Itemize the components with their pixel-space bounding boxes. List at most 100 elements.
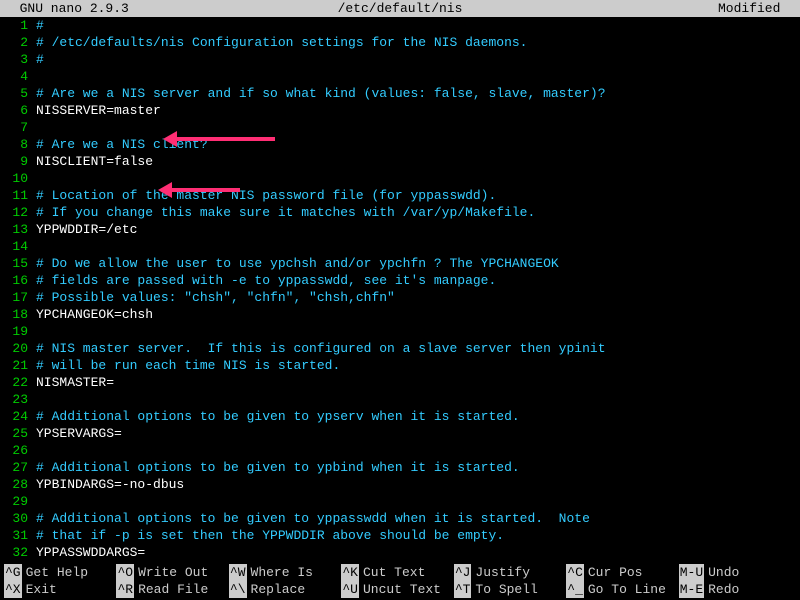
line-text: YPSERVARGS= <box>36 425 122 442</box>
line-text: # <box>36 51 44 68</box>
line-number: 26 <box>4 442 28 459</box>
editor-line[interactable]: 18YPCHANGEOK=chsh <box>4 306 796 323</box>
shortcut-label: Cur Pos <box>588 564 643 581</box>
line-number: 32 <box>4 544 28 561</box>
annotation-arrow <box>170 188 240 192</box>
line-text: YPPASSWDDARGS= <box>36 544 145 561</box>
editor-line[interactable]: 15# Do we allow the user to use ypchsh a… <box>4 255 796 272</box>
line-number: 30 <box>4 510 28 527</box>
line-text: # Additional options to be given to yppa… <box>36 510 590 527</box>
shortcut-item: ^OWrite Out <box>116 564 228 581</box>
line-number: 7 <box>4 119 28 136</box>
shortcut-key: ^T <box>454 581 472 598</box>
line-text: # will be run each time NIS is started. <box>36 357 340 374</box>
line-number: 27 <box>4 459 28 476</box>
editor-line[interactable]: 11 # Location of the master NIS password … <box>4 187 796 204</box>
shortcut-label: Redo <box>708 581 739 598</box>
editor-line[interactable]: 20# NIS master server. If this is config… <box>4 340 796 357</box>
editor-line[interactable]: 32 YPPASSWDDARGS= <box>4 544 796 561</box>
editor-line[interactable]: 1# <box>4 17 796 34</box>
shortcut-label: To Spell <box>475 581 537 598</box>
line-number: 5 <box>4 85 28 102</box>
shortcut-label: Cut Text <box>363 564 425 581</box>
line-number: 10 <box>4 170 28 187</box>
editor-line[interactable]: 23 <box>4 391 796 408</box>
line-number: 8 <box>4 136 28 153</box>
shortcut-key: ^K <box>341 564 359 581</box>
editor-line[interactable]: 17# Possible values: "chsh", "chfn", "ch… <box>4 289 796 306</box>
shortcut-item: M-UUndo <box>679 564 791 581</box>
editor-line[interactable]: 16# fields are passed with -e to yppassw… <box>4 272 796 289</box>
editor-line[interactable]: 25 YPSERVARGS= <box>4 425 796 442</box>
editor-line[interactable]: 30 # Additional options to be given to yp… <box>4 510 796 527</box>
editor-line[interactable]: 12 # If you change this make sure it matc… <box>4 204 796 221</box>
shortcut-key: ^O <box>116 564 134 581</box>
shortcut-item: ^JJustify <box>454 564 566 581</box>
line-number: 21 <box>4 357 28 374</box>
line-number: 28 <box>4 476 28 493</box>
shortcut-label: Exit <box>26 581 57 598</box>
editor-line[interactable]: 5# Are we a NIS server and if so what ki… <box>4 85 796 102</box>
line-number: 3 <box>4 51 28 68</box>
line-text: # Additional options to be given to ypse… <box>36 408 520 425</box>
line-number: 6 <box>4 102 28 119</box>
line-text: NISSERVER=master <box>36 102 161 119</box>
line-number: 1 <box>4 17 28 34</box>
line-text: # If you change this make sure it matche… <box>36 204 535 221</box>
shortcut-item: ^KCut Text <box>341 564 453 581</box>
line-text: # Additional options to be given to ypbi… <box>36 459 520 476</box>
editor-line[interactable]: 19 <box>4 323 796 340</box>
line-number: 12 <box>4 204 28 221</box>
editor-line[interactable]: 28YPBINDARGS=-no-dbus <box>4 476 796 493</box>
shortcut-key: ^R <box>116 581 134 598</box>
editor-line[interactable]: 26 <box>4 442 796 459</box>
line-number: 15 <box>4 255 28 272</box>
editor-line[interactable]: 14 <box>4 238 796 255</box>
editor-line[interactable]: 13YPPWDDIR=/etc <box>4 221 796 238</box>
line-number: 20 <box>4 340 28 357</box>
line-number: 2 <box>4 34 28 51</box>
shortcut-label: Replace <box>251 581 306 598</box>
editor-line[interactable]: 2# /etc/defaults/nis Configuration setti… <box>4 34 796 51</box>
line-number: 29 <box>4 493 28 510</box>
shortcut-key: M-E <box>679 581 704 598</box>
editor-line[interactable]: 10 <box>4 170 796 187</box>
line-text: # that if -p is set then the YPPWDDIR ab… <box>36 527 504 544</box>
line-number: 14 <box>4 238 28 255</box>
line-number: 11 <box>4 187 28 204</box>
shortcut-key: ^G <box>4 564 22 581</box>
line-text: YPPWDDIR=/etc <box>36 221 137 238</box>
shortcut-item: M-ERedo <box>679 581 791 598</box>
shortcut-label: Undo <box>708 564 739 581</box>
editor-line[interactable]: 22NISMASTER= <box>4 374 796 391</box>
shortcut-item: ^TTo Spell <box>454 581 566 598</box>
line-text: NISCLIENT=false <box>36 153 153 170</box>
editor-line[interactable]: 8# Are we a NIS client? <box>4 136 796 153</box>
line-text: # Location of the master NIS password fi… <box>36 187 496 204</box>
editor-line[interactable]: 29 <box>4 493 796 510</box>
line-text: # <box>36 17 44 34</box>
editor-line[interactable]: 6 NISSERVER=master <box>4 102 796 119</box>
line-text: NISMASTER= <box>36 374 114 391</box>
editor-line[interactable]: 24# Additional options to be given to yp… <box>4 408 796 425</box>
modified-status: Modified <box>718 0 796 17</box>
editor-line[interactable]: 21 # will be run each time NIS is started… <box>4 357 796 374</box>
title-bar: GNU nano 2.9.3 /etc/default/nis Modified <box>0 0 800 17</box>
line-text: # fields are passed with -e to yppasswdd… <box>36 272 496 289</box>
editor-line[interactable]: 31# that if -p is set then the YPPWDDIR … <box>4 527 796 544</box>
shortcut-key: ^X <box>4 581 22 598</box>
line-number: 17 <box>4 289 28 306</box>
editor-line[interactable]: 27 # Additional options to be given to yp… <box>4 459 796 476</box>
editor-line[interactable]: 7 <box>4 119 796 136</box>
editor-area[interactable]: 1#2# /etc/defaults/nis Configuration set… <box>0 17 800 561</box>
shortcut-key: ^U <box>341 581 359 598</box>
editor-line[interactable]: 3# <box>4 51 796 68</box>
editor-line[interactable]: 4 <box>4 68 796 85</box>
editor-line[interactable]: 9NISCLIENT=false <box>4 153 796 170</box>
shortcut-key: ^W <box>229 564 247 581</box>
shortcut-label: Where Is <box>251 564 313 581</box>
line-number: 19 <box>4 323 28 340</box>
line-number: 25 <box>4 425 28 442</box>
shortcut-item: ^UUncut Text <box>341 581 453 598</box>
shortcut-key: ^\ <box>229 581 247 598</box>
